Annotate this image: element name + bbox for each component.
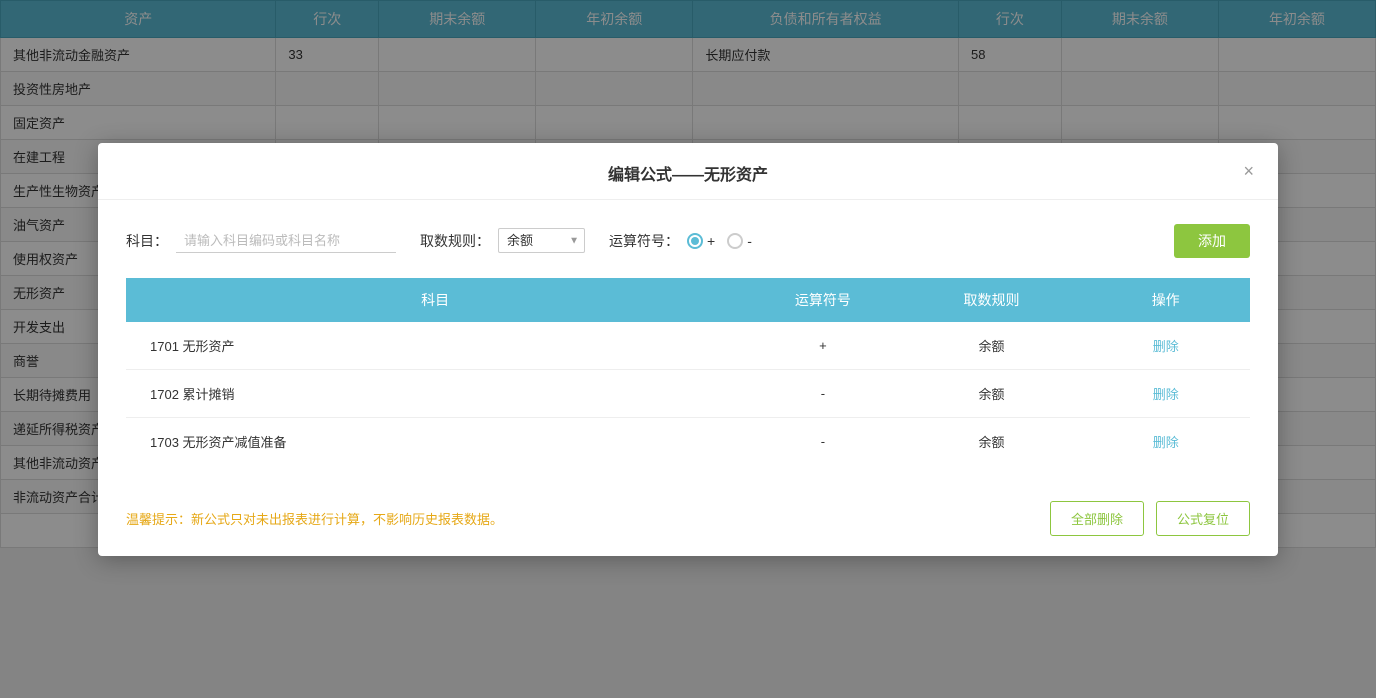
footer-tip: 温馨提示：新公式只对未出报表进行计算，不影响历史报表数据。 xyxy=(126,509,503,528)
modal-header: 编辑公式——无形资产 × xyxy=(98,143,1278,200)
table-header-row: 科目 运算符号 取数规则 操作 xyxy=(126,278,1250,322)
delete-row-button[interactable]: 删除 xyxy=(1153,384,1179,403)
rule-label: 取数规则： xyxy=(420,231,490,251)
operator-group: 运算符号： + - xyxy=(609,231,752,251)
radio-group: + - xyxy=(687,233,752,249)
table-row: 1703 无形资产减值准备-余额删除 xyxy=(126,417,1250,465)
header-rule: 取数规则 xyxy=(902,278,1082,322)
radio-plus-label: + xyxy=(707,233,715,249)
header-subject: 科目 xyxy=(126,278,744,322)
subject-input[interactable] xyxy=(176,229,396,253)
close-button[interactable]: × xyxy=(1235,158,1262,184)
reset-button[interactable]: 公式复位 xyxy=(1156,501,1250,536)
delete-all-button[interactable]: 全部删除 xyxy=(1050,501,1144,536)
radio-plus-item[interactable]: + xyxy=(687,233,715,249)
modal-title: 编辑公式——无形资产 xyxy=(608,167,768,184)
header-action: 操作 xyxy=(1081,278,1250,322)
subject-group: 科目： xyxy=(126,229,396,253)
add-button[interactable]: 添加 xyxy=(1174,224,1250,258)
header-operator: 运算符号 xyxy=(744,278,901,322)
rule-group: 取数规则： 余额借方贷方借方累计贷方累计 ▼ xyxy=(420,228,585,253)
footer-buttons: 全部删除 公式复位 xyxy=(1050,501,1250,536)
subject-label: 科目： xyxy=(126,231,168,251)
radio-plus-circle xyxy=(687,233,703,249)
modal-body: 科目： 取数规则： 余额借方贷方借方累计贷方累计 ▼ 运算符号： xyxy=(98,200,1278,485)
modal-dialog: 编辑公式——无形资产 × 科目： 取数规则： 余额借方贷方借方累计贷方累计 ▼ xyxy=(98,143,1278,556)
operator-label: 运算符号： xyxy=(609,231,679,251)
delete-row-button[interactable]: 删除 xyxy=(1153,432,1179,451)
radio-minus-circle xyxy=(727,233,743,249)
form-row: 科目： 取数规则： 余额借方贷方借方累计贷方累计 ▼ 运算符号： xyxy=(126,224,1250,258)
data-table: 科目 运算符号 取数规则 操作 1701 无形资产+余额删除1702 累计摊销-… xyxy=(126,278,1250,465)
radio-minus-item[interactable]: - xyxy=(727,233,752,249)
modal-overlay: 编辑公式——无形资产 × 科目： 取数规则： 余额借方贷方借方累计贷方累计 ▼ xyxy=(0,0,1376,698)
radio-minus-label: - xyxy=(747,233,752,249)
table-row: 1701 无形资产+余额删除 xyxy=(126,322,1250,370)
rule-select-wrapper: 余额借方贷方借方累计贷方累计 ▼ xyxy=(498,228,585,253)
delete-row-button[interactable]: 删除 xyxy=(1153,336,1179,355)
modal-footer: 温馨提示：新公式只对未出报表进行计算，不影响历史报表数据。 全部删除 公式复位 xyxy=(98,485,1278,556)
table-row: 1702 累计摊销-余额删除 xyxy=(126,369,1250,417)
rule-select[interactable]: 余额借方贷方借方累计贷方累计 xyxy=(498,228,585,253)
